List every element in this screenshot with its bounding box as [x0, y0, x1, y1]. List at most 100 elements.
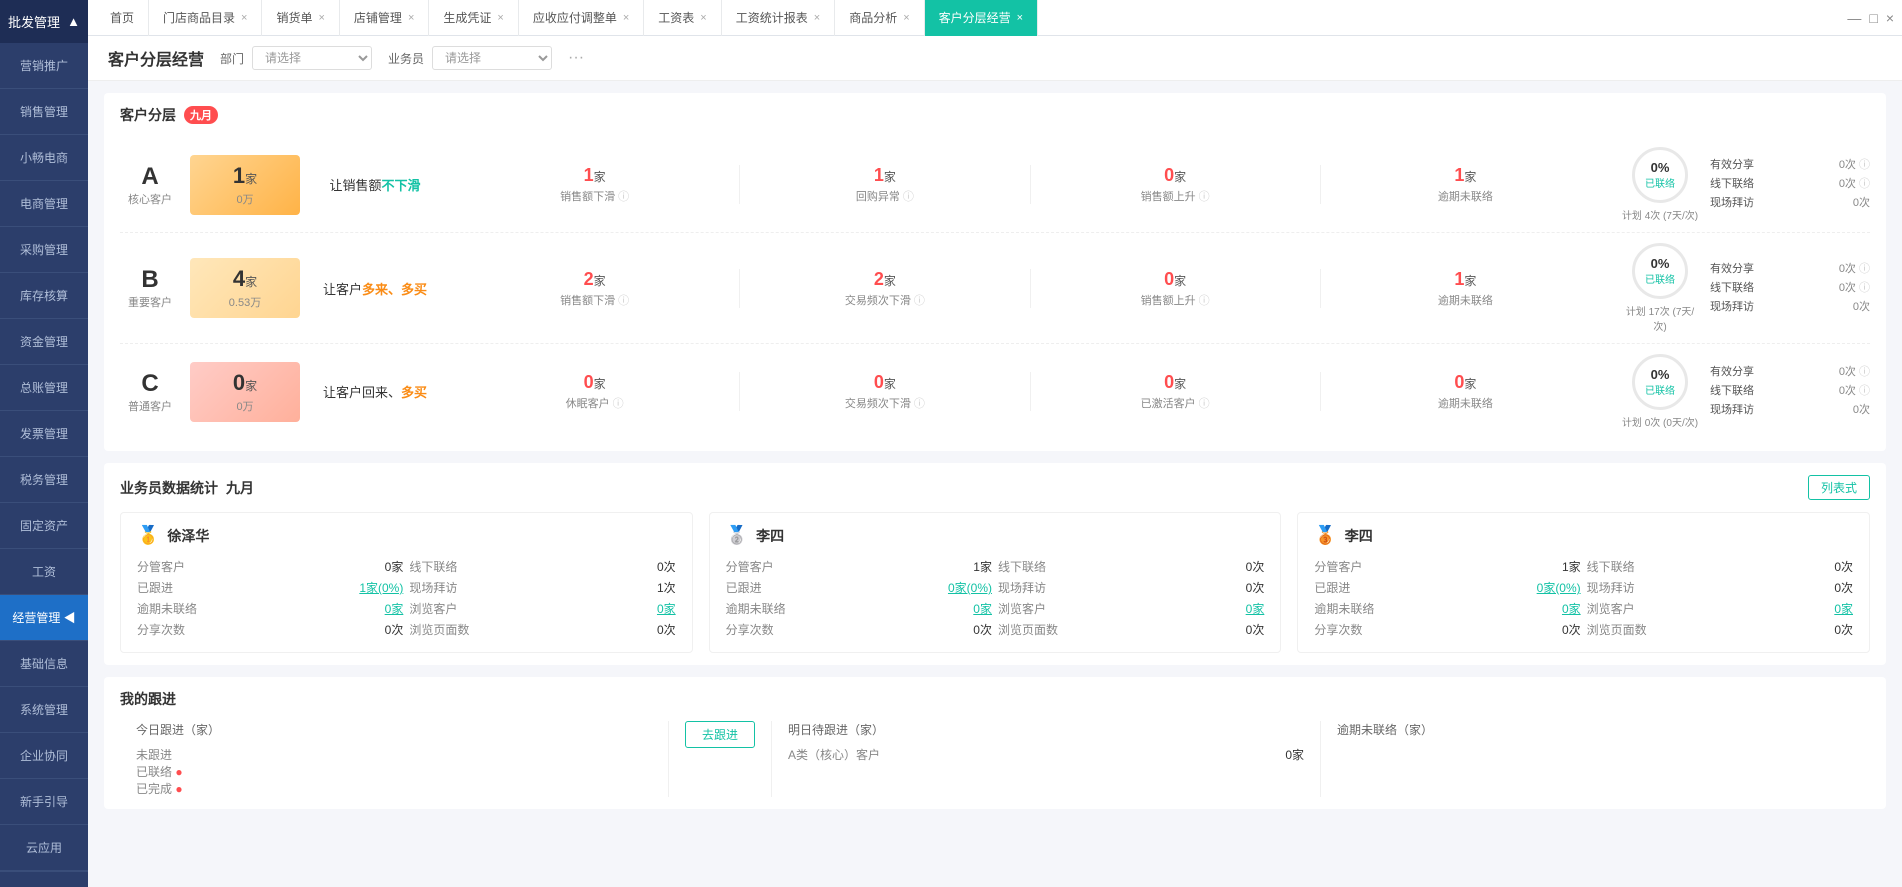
sidebar-item-caigouguanli[interactable]: 采购管理	[0, 227, 88, 273]
list-view-button[interactable]: 列表式	[1808, 475, 1870, 500]
tab-home[interactable]: 首页	[96, 0, 149, 36]
tier-a-stat-4[interactable]: 1家 逾期未联络	[1321, 165, 1610, 204]
sales-grid: 🥇 徐泽华 分管客户0家 已跟进1家(0%) 逾期未联络0家 分享次数0次 线下…	[120, 512, 1870, 653]
tier-c-stat-4[interactable]: 0家 逾期未联络	[1321, 372, 1610, 411]
tomorrow-follow-col: 明日待跟进（家） A类（核心）客户 0家	[772, 721, 1321, 797]
tab-close-icon[interactable]: ×	[318, 12, 324, 24]
tier-c-stat-2[interactable]: 0家 交易频次下滑 ⓘ	[740, 372, 1030, 411]
tier-a-stat-3[interactable]: 0家 销售额上升 ⓘ	[1031, 165, 1321, 204]
sidebar-item-jichuxinxi[interactable]: 基础信息	[0, 641, 88, 687]
tier-a-circle: 0% 已联络 计划 4次 (7天/次)	[1620, 147, 1700, 222]
sidebar-item-xitongguanli[interactable]: 系统管理	[0, 687, 88, 733]
tier-b-stat-4[interactable]: 1家 逾期未联络	[1321, 269, 1610, 308]
tab-close-icon[interactable]: ×	[497, 12, 503, 24]
tier-b-label: B 重要客户	[120, 266, 180, 310]
tier-a-stat-2[interactable]: 1家 回购异常 ⓘ	[740, 165, 1030, 204]
tab-product-analysis[interactable]: 商品分析 ×	[835, 0, 924, 36]
tier-b-stat-2[interactable]: 2家 交易频次下滑 ⓘ	[740, 269, 1030, 308]
tier-c-slogan: 让客户回来、多买	[310, 382, 440, 401]
tab-payroll-report[interactable]: 工资统计报表 ×	[722, 0, 835, 36]
sales-card-1: 🥇 徐泽华 分管客户0家 已跟进1家(0%) 逾期未联络0家 分享次数0次 线下…	[120, 512, 693, 653]
tab-close-icon[interactable]: ×	[623, 12, 629, 24]
tab-voucher-gen[interactable]: 生成凭证 ×	[429, 0, 518, 36]
content-area: 客户分层经营 部门 请选择 业务员 请选择 ··· 客户分层 九月	[88, 36, 1902, 887]
month-badge: 九月	[184, 106, 218, 124]
sales-select[interactable]: 请选择	[432, 46, 552, 70]
tab-sales-order[interactable]: 销货单 ×	[262, 0, 339, 36]
today-follow-title: 今日跟进（家）	[136, 721, 652, 738]
sales-label: 业务员	[388, 50, 424, 67]
sales-card-2: 🥈 李四 分管客户1家 已跟进0家(0%) 逾期未联络0家 分享次数0次 线下联…	[709, 512, 1282, 653]
tier-b-count[interactable]: 4家 0.53万	[190, 258, 300, 318]
sidebar: 批发管理 ▲ 营销推广 销售管理 小畅电商 电商管理 采购管理 库存核算 资金管…	[0, 0, 88, 887]
biz-stats-section: 业务员数据统计 九月 列表式 🥇 徐泽华 分管客户0家 已跟进1家(0%)	[104, 463, 1886, 665]
tier-a-count[interactable]: 1家 0万	[190, 155, 300, 215]
tab-minimize-icon[interactable]: —	[1847, 10, 1861, 26]
dept-label: 部门	[220, 50, 244, 67]
sidebar-item-zijinguanli[interactable]: 资金管理	[0, 319, 88, 365]
tier-a-label: A 核心客户	[120, 163, 180, 207]
go-follow-button[interactable]: 去跟进	[685, 721, 755, 748]
sidebar-item-yunyingyong[interactable]: 云应用	[0, 825, 88, 871]
tab-close-icon[interactable]: ×	[700, 12, 706, 24]
tier-a-stats: 1家 销售额下滑 ⓘ 1家 回购异常 ⓘ 0家 销售额上升 ⓘ 1家 逾期未联络	[450, 165, 1610, 204]
sales-card-1-stats: 分管客户0家 已跟进1家(0%) 逾期未联络0家 分享次数0次 线下联络0次 现…	[137, 556, 676, 640]
tab-close-icon[interactable]: ×	[814, 12, 820, 24]
tier-b-right-stats: 有效分享0次 ⓘ 线下联络0次 ⓘ 现场拜访0次	[1710, 260, 1870, 317]
tier-c-stats: 0家 休眠客户 ⓘ 0家 交易频次下滑 ⓘ 0家 已激活客户 ⓘ 0家 逾期未联…	[450, 372, 1610, 411]
tab-customer-tier[interactable]: 客户分层经营 ×	[925, 0, 1038, 36]
sidebar-item-xinshouyindao[interactable]: 新手引导	[0, 779, 88, 825]
sidebar-item-gudingzichan[interactable]: 固定资产	[0, 503, 88, 549]
sidebar-header[interactable]: 批发管理 ▲	[0, 0, 88, 43]
tier-a-stat-1[interactable]: 1家 销售额下滑 ⓘ	[450, 165, 740, 204]
tab-close-icon[interactable]: ×	[1017, 12, 1023, 24]
tab-store-products[interactable]: 门店商品目录 ×	[149, 0, 262, 36]
sales-filter: 业务员 请选择	[388, 46, 552, 70]
tab-close-icon[interactable]: ×	[903, 12, 909, 24]
sales-card-2-stats: 分管客户1家 已跟进0家(0%) 逾期未联络0家 分享次数0次 线下联络0次 现…	[726, 556, 1265, 640]
sales-card-3-header: 🥉 李四	[1314, 525, 1853, 546]
dept-filter: 部门 请选择	[220, 46, 372, 70]
tab-close-icon[interactable]: ×	[408, 12, 414, 24]
tier-c-stat-1[interactable]: 0家 休眠客户 ⓘ	[450, 372, 740, 411]
biz-month-badge: 九月	[226, 478, 254, 498]
sidebar-item-dianshangg[interactable]: 电商管理	[0, 181, 88, 227]
sidebar-item-jingyingguanli[interactable]: 经营管理 ◀	[0, 595, 88, 641]
follow-section: 我的跟进 今日跟进（家） 未跟进 已联络 ● 已完成 ● 去跟进 明日待跟进（家…	[104, 677, 1886, 809]
tier-row-a: A 核心客户 1家 0万 让销售额不下滑 1家 销售额下滑 ⓘ 1家 回购异常 …	[120, 137, 1870, 233]
tab-close-icon[interactable]: ×	[241, 12, 247, 24]
sidebar-item-shuiwu[interactable]: 税务管理	[0, 457, 88, 503]
sidebar-item-xiaochangdianshang[interactable]: 小畅电商	[0, 135, 88, 181]
sidebar-collapse-icon[interactable]: ▲	[67, 14, 80, 29]
customer-tier-title: 客户分层 九月	[120, 105, 1870, 125]
more-filters-icon[interactable]: ···	[568, 49, 584, 67]
rank-2-icon: 🥈	[726, 525, 748, 546]
sidebar-item-gongzi[interactable]: 工资	[0, 549, 88, 595]
tab-ar-ap-adjust[interactable]: 应收应付调整单 ×	[519, 0, 644, 36]
tier-b-stat-1[interactable]: 2家 销售额下滑 ⓘ	[450, 269, 740, 308]
sidebar-item-yxtuiguang[interactable]: 营销推广	[0, 43, 88, 89]
sidebar-item-xiaoshouguanli[interactable]: 销售管理	[0, 89, 88, 135]
biz-header: 业务员数据统计 九月 列表式	[120, 475, 1870, 500]
tier-c-stat-3[interactable]: 0家 已激活客户 ⓘ	[1031, 372, 1321, 411]
overdue-follow-col: 逾期未联络（家）	[1321, 721, 1870, 797]
sidebar-item-fapiao[interactable]: 发票管理	[0, 411, 88, 457]
tab-payroll[interactable]: 工资表 ×	[644, 0, 721, 36]
biz-title: 业务员数据统计 九月	[120, 478, 254, 498]
sidebar-settings[interactable]: ⚙	[0, 871, 88, 887]
tier-row-b: B 重要客户 4家 0.53万 让客户多来、多买 2家 销售额下滑 ⓘ 2家 交…	[120, 233, 1870, 344]
tier-c-right-stats: 有效分享0次 ⓘ 线下联络0次 ⓘ 现场拜访0次	[1710, 363, 1870, 420]
tab-store-mgmt[interactable]: 店铺管理 ×	[340, 0, 429, 36]
tab-maximize-icon[interactable]: □	[1869, 10, 1877, 26]
tier-a-right-stats: 有效分享0次 ⓘ 线下联络0次 ⓘ 现场拜访0次	[1710, 156, 1870, 213]
sidebar-item-qiyexietong[interactable]: 企业协同	[0, 733, 88, 779]
sidebar-item-kucunhesuan[interactable]: 库存核算	[0, 273, 88, 319]
sidebar-item-zongzhangguanli[interactable]: 总账管理	[0, 365, 88, 411]
tier-b-stats: 2家 销售额下滑 ⓘ 2家 交易频次下滑 ⓘ 0家 销售额上升 ⓘ 1家 逾期未…	[450, 269, 1610, 308]
tab-close-all-icon[interactable]: ×	[1886, 10, 1894, 26]
dept-select[interactable]: 请选择	[252, 46, 372, 70]
tier-b-stat-3[interactable]: 0家 销售额上升 ⓘ	[1031, 269, 1321, 308]
tier-c-count[interactable]: 0家 0万	[190, 362, 300, 422]
tier-c-label: C 普通客户	[120, 370, 180, 414]
follow-title: 我的跟进	[120, 689, 1870, 709]
